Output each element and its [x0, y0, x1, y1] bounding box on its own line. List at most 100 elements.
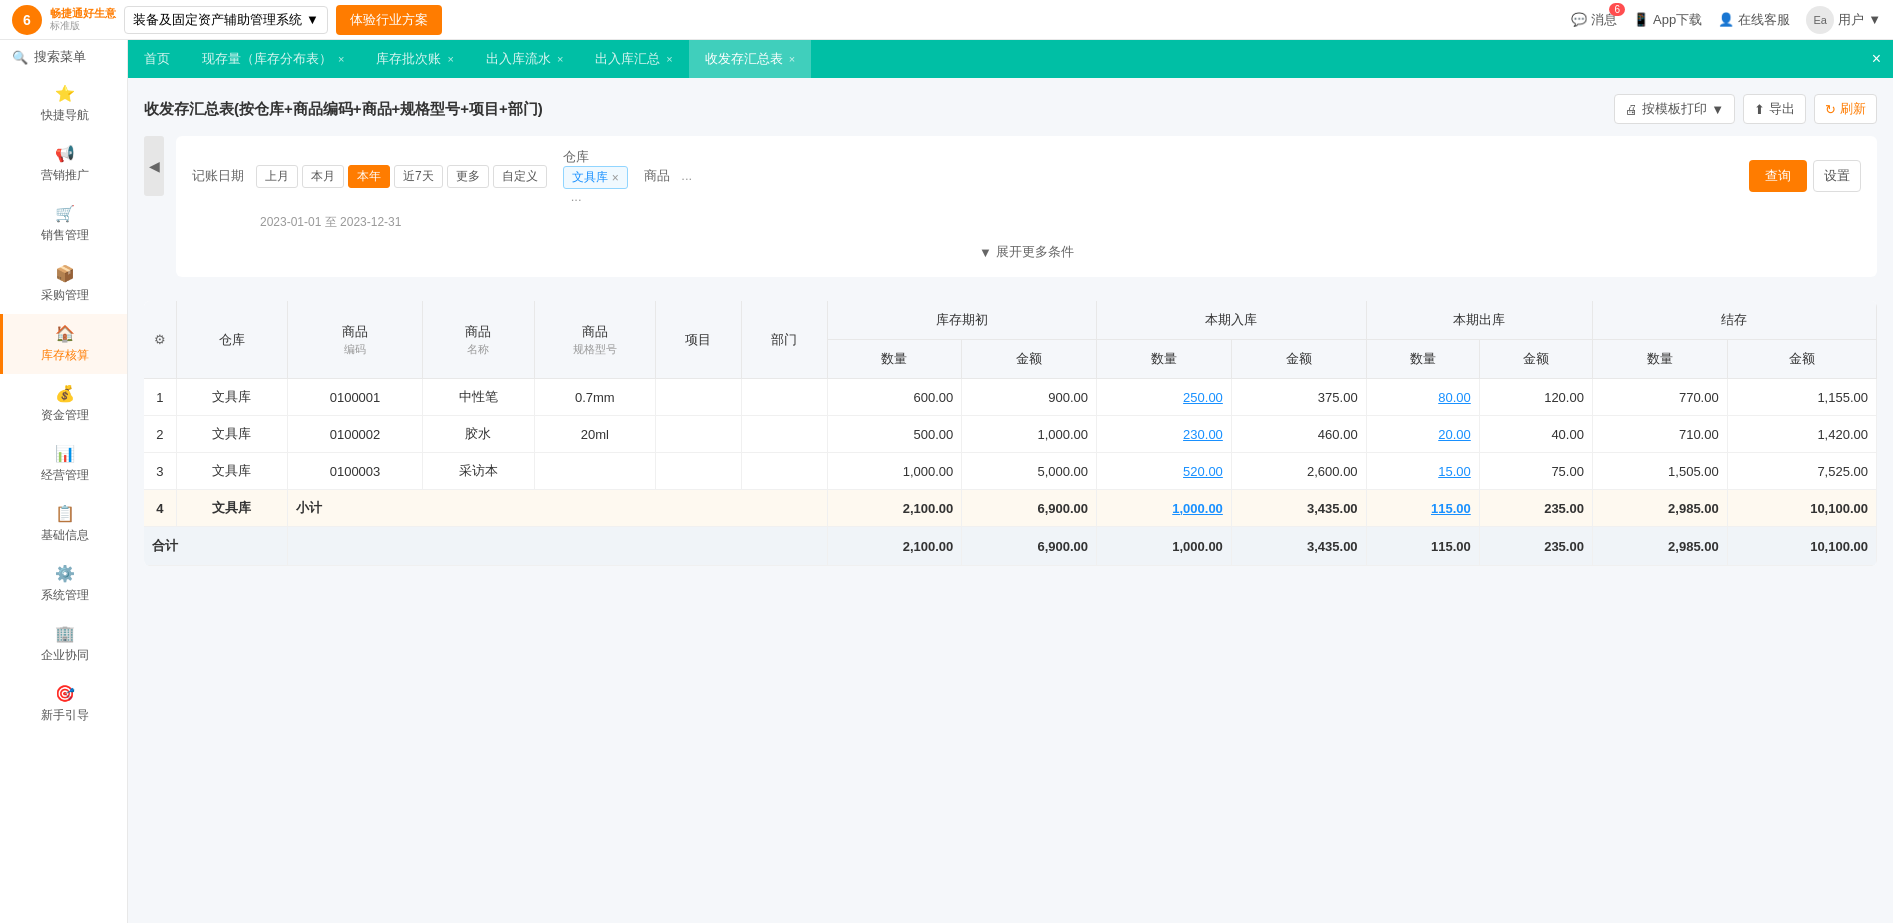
refresh-button[interactable]: ↻ 刷新	[1814, 94, 1877, 124]
th-department: 部门	[741, 301, 827, 379]
sidebar-item-quicknav[interactable]: ⭐ 快捷导航	[0, 74, 127, 134]
goods-filter-label: 商品	[644, 168, 670, 183]
filter-warehouse-group: 仓库 文具库 × ...	[563, 148, 628, 204]
cell-project	[656, 453, 742, 490]
date-btn-more[interactable]: 更多	[447, 165, 489, 188]
message-action[interactable]: 💬 消息 6	[1571, 11, 1617, 29]
date-btn-this-month[interactable]: 本月	[302, 165, 344, 188]
page-actions: 🖨 按模板打印 ▼ ⬆ 导出 ↻ 刷新	[1614, 94, 1877, 124]
tab-home[interactable]: 首页	[128, 40, 186, 78]
cell-index: 2	[144, 416, 176, 453]
cell-department	[741, 416, 827, 453]
cell-in-qty[interactable]: 520.00	[1097, 453, 1232, 490]
system-dropdown[interactable]: 装备及固定资产辅助管理系统 ▼	[124, 6, 328, 34]
tab-stock-dist[interactable]: 现存量（库存分布表） ×	[186, 40, 360, 78]
table-row: 2 文具库 0100002 胶水 20ml 500.00 1,000.00 23…	[144, 416, 1877, 453]
subtotal-out-qty[interactable]: 115.00	[1366, 490, 1479, 527]
app-download-label: App下载	[1653, 11, 1702, 29]
cell-goods-code: 0100003	[288, 453, 423, 490]
message-badge: 6	[1609, 3, 1625, 16]
filter-row-date-range: 2023-01-01 至 2023-12-31	[192, 212, 1861, 231]
tab-receive-send-close[interactable]: ×	[789, 53, 795, 65]
dropdown-arrow-icon: ▼	[306, 12, 319, 27]
cell-out-amt: 120.00	[1479, 379, 1592, 416]
th-out-amt: 金额	[1479, 340, 1592, 379]
tab-batch-ledger[interactable]: 库存批次账 ×	[360, 40, 469, 78]
sidebar-item-inventory[interactable]: 🏠 库存核算	[0, 314, 127, 374]
cell-out-qty[interactable]: 20.00	[1366, 416, 1479, 453]
sidebar-item-system[interactable]: ⚙️ 系统管理	[0, 554, 127, 614]
th-balance-group: 结存	[1592, 301, 1876, 340]
cell-out-qty[interactable]: 80.00	[1366, 379, 1479, 416]
date-btn-this-year[interactable]: 本年	[348, 165, 390, 188]
tab-bar-close-all[interactable]: ×	[1860, 50, 1893, 68]
system-name: 装备及固定资产辅助管理系统	[133, 11, 302, 29]
filter-area: 记账日期 上月 本月 本年 近7天 更多 自定义	[176, 136, 1877, 277]
download-icon: 📱	[1633, 12, 1649, 27]
sidebar-item-newguide[interactable]: 🎯 新手引导	[0, 674, 127, 734]
date-btn-7days[interactable]: 近7天	[394, 165, 443, 188]
trial-button[interactable]: 体验行业方案	[336, 5, 442, 35]
marketing-icon: 📢	[55, 144, 75, 163]
date-btn-last-month[interactable]: 上月	[256, 165, 298, 188]
tab-inout-flow[interactable]: 出入库流水 ×	[470, 40, 579, 78]
sidebar-item-marketing[interactable]: 📢 营销推广	[0, 134, 127, 194]
subtotal-warehouse: 文具库	[176, 490, 288, 527]
sidebar-item-purchase[interactable]: 📦 采购管理	[0, 254, 127, 314]
operation-icon: 📊	[55, 444, 75, 463]
table-settings-icon[interactable]: ⚙	[154, 332, 166, 347]
sidebar-item-sales[interactable]: 🛒 销售管理	[0, 194, 127, 254]
th-in-amt: 金额	[1231, 340, 1366, 379]
sidebar-item-finance[interactable]: 💰 资金管理	[0, 374, 127, 434]
sidebar: 🔍 搜索菜单 ⭐ 快捷导航 📢 营销推广 🛒 销售管理 📦 采购管理 🏠	[0, 40, 128, 923]
filter-collapse-btn[interactable]: ◀	[144, 136, 164, 196]
goods-placeholder[interactable]: ...	[681, 168, 692, 183]
app-download-action[interactable]: 📱 App下载	[1633, 11, 1702, 29]
tab-inout-summary-close[interactable]: ×	[666, 53, 672, 65]
cell-in-amt: 375.00	[1231, 379, 1366, 416]
sidebar-item-base[interactable]: 📋 基础信息	[0, 494, 127, 554]
cell-in-qty[interactable]: 230.00	[1097, 416, 1232, 453]
tab-stock-dist-close[interactable]: ×	[338, 53, 344, 65]
cell-out-qty[interactable]: 15.00	[1366, 453, 1479, 490]
sidebar-item-enterprise[interactable]: 🏢 企业协同	[0, 614, 127, 674]
sidebar-item-label-sales: 销售管理	[41, 227, 89, 244]
filter-settings-button[interactable]: 设置	[1813, 160, 1861, 192]
th-goods-spec: 商品规格型号	[534, 301, 656, 379]
sidebar-search-label: 搜索菜单	[34, 48, 86, 66]
cell-goods-name: 中性笔	[422, 379, 534, 416]
footer-opening-amt: 6,900.00	[962, 527, 1097, 566]
sidebar-item-operation[interactable]: 📊 经营管理	[0, 434, 127, 494]
online-service-action[interactable]: 👤 在线客服	[1718, 11, 1790, 29]
date-range-text: 2023-01-01 至 2023-12-31	[260, 214, 401, 231]
footer-in-qty: 1,000.00	[1097, 527, 1232, 566]
user-action[interactable]: Ea 用户 ▼	[1806, 6, 1881, 34]
export-button[interactable]: ⬆ 导出	[1743, 94, 1806, 124]
tab-stock-dist-label: 现存量（库存分布表）	[202, 50, 332, 68]
system-icon: ⚙️	[55, 564, 75, 583]
cell-index: 1	[144, 379, 176, 416]
print-button[interactable]: 🖨 按模板打印 ▼	[1614, 94, 1735, 124]
date-filter-label: 记账日期	[192, 167, 244, 185]
print-dropdown-icon: ▼	[1711, 102, 1724, 117]
tab-receive-send[interactable]: 收发存汇总表 ×	[689, 40, 811, 78]
warehouse-more[interactable]: ...	[571, 189, 582, 204]
subtotal-row: 4 文具库 小计 2,100.00 6,900.00 1,000.00 3,43…	[144, 490, 1877, 527]
subtotal-in-qty[interactable]: 1,000.00	[1097, 490, 1232, 527]
sidebar-search-item[interactable]: 🔍 搜索菜单	[0, 40, 127, 74]
top-bar-left: 6 畅捷通好生意 标准版 装备及固定资产辅助管理系统 ▼ 体验行业方案	[12, 5, 442, 35]
expand-label: 展开更多条件	[996, 243, 1074, 261]
warehouse-tag-close[interactable]: ×	[612, 171, 619, 185]
cell-in-qty[interactable]: 250.00	[1097, 379, 1232, 416]
query-button[interactable]: 查询	[1749, 160, 1807, 192]
tab-inout-flow-close[interactable]: ×	[557, 53, 563, 65]
cell-balance-qty: 710.00	[1592, 416, 1727, 453]
footer-spacer	[288, 527, 827, 566]
date-btn-custom[interactable]: 自定义	[493, 165, 547, 188]
expand-more-btn[interactable]: ▼ 展开更多条件	[192, 239, 1861, 265]
tab-home-label: 首页	[144, 50, 170, 68]
tab-inout-summary[interactable]: 出入库汇总 ×	[579, 40, 688, 78]
tab-batch-ledger-close[interactable]: ×	[447, 53, 453, 65]
filter-goods-group: 商品 ...	[644, 167, 692, 185]
warehouse-tag-text: 文具库	[572, 169, 608, 186]
